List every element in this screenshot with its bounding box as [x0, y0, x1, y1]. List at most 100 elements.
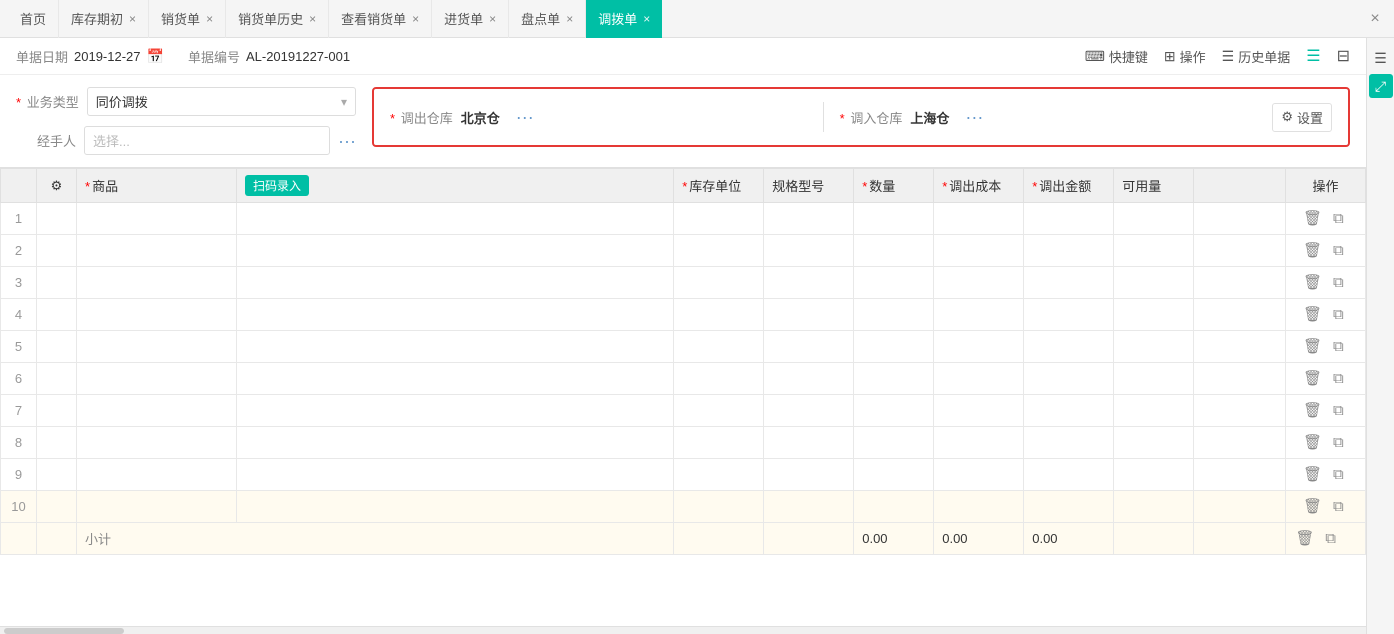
- shortcuts-button[interactable]: ⌨ 快捷键: [1085, 47, 1148, 66]
- sidebar-expand-icon[interactable]: ⤢: [1369, 74, 1393, 98]
- row-avail-4[interactable]: [1114, 299, 1194, 331]
- tab-inventory-init[interactable]: 库存期初 ×: [59, 0, 149, 38]
- tab-inventory-init-close[interactable]: ×: [129, 12, 136, 26]
- row-avail-9[interactable]: [1114, 459, 1194, 491]
- row-amount-6[interactable]: [1024, 363, 1114, 395]
- row-copy-icon-5[interactable]: ⧉: [1327, 336, 1349, 358]
- row-unit-5[interactable]: [674, 331, 764, 363]
- row-delete-icon-6[interactable]: 🗑: [1302, 367, 1324, 389]
- row-delete-icon-4[interactable]: 🗑: [1302, 303, 1324, 325]
- row-copy-icon-9[interactable]: ⧉: [1327, 464, 1349, 486]
- col-header-gear[interactable]: ⚙: [37, 169, 77, 203]
- tab-transfer-close[interactable]: ×: [643, 12, 650, 26]
- row-avail-7[interactable]: [1114, 395, 1194, 427]
- row-goods-1[interactable]: [77, 203, 237, 235]
- row-copy-icon-1[interactable]: ⧉: [1327, 208, 1349, 230]
- tab-sales-history[interactable]: 销货单历史 ×: [226, 0, 329, 38]
- tab-stocktake-close[interactable]: ×: [566, 12, 573, 26]
- row-goods-7[interactable]: [77, 395, 237, 427]
- row-goods-4[interactable]: [77, 299, 237, 331]
- business-type-select[interactable]: 同价调拨 ▾: [87, 87, 356, 116]
- row-avail-6[interactable]: [1114, 363, 1194, 395]
- handler-input[interactable]: 选择...: [84, 126, 330, 155]
- row-goods-9[interactable]: [77, 459, 237, 491]
- settings-button[interactable]: ⚙ 设置: [1272, 103, 1332, 132]
- scrollbar-thumb[interactable]: [4, 628, 124, 634]
- row-qty-2[interactable]: [854, 235, 934, 267]
- row-delete-icon-1[interactable]: 🗑: [1302, 207, 1324, 229]
- row-cost-10[interactable]: [934, 491, 1024, 523]
- sum-copy-icon[interactable]: ⧉: [1320, 528, 1342, 550]
- layout1-button[interactable]: ☰: [1306, 46, 1320, 66]
- row-cost-2[interactable]: [934, 235, 1024, 267]
- row-delete-icon-10[interactable]: 🗑: [1302, 495, 1324, 517]
- warehouse-out-more-button[interactable]: ···: [516, 107, 534, 128]
- calendar-icon[interactable]: 📅: [147, 48, 164, 65]
- row-copy-icon-6[interactable]: ⧉: [1327, 368, 1349, 390]
- row-unit-8[interactable]: [674, 427, 764, 459]
- row-unit-1[interactable]: [674, 203, 764, 235]
- row-goods-10[interactable]: [77, 491, 237, 523]
- row-unit-10[interactable]: [674, 491, 764, 523]
- row-spec-9[interactable]: [764, 459, 854, 491]
- row-qty-10[interactable]: [854, 491, 934, 523]
- warehouse-in-value[interactable]: 上海仓: [910, 108, 949, 127]
- row-cost-5[interactable]: [934, 331, 1024, 363]
- tab-transfer[interactable]: 调拨单 ×: [586, 0, 662, 38]
- row-delete-icon-5[interactable]: 🗑: [1302, 335, 1324, 357]
- row-qty-9[interactable]: [854, 459, 934, 491]
- row-copy-icon-8[interactable]: ⧉: [1327, 432, 1349, 454]
- row-amount-3[interactable]: [1024, 267, 1114, 299]
- row-unit-3[interactable]: [674, 267, 764, 299]
- tab-purchase[interactable]: 进货单 ×: [432, 0, 509, 38]
- history-button[interactable]: ☰ 历史单据: [1222, 47, 1291, 66]
- row-cost-4[interactable]: [934, 299, 1024, 331]
- row-qty-5[interactable]: [854, 331, 934, 363]
- tab-sales-history-close[interactable]: ×: [309, 12, 316, 26]
- row-amount-5[interactable]: [1024, 331, 1114, 363]
- row-unit-2[interactable]: [674, 235, 764, 267]
- row-copy-icon-4[interactable]: ⧉: [1327, 304, 1349, 326]
- row-spec-2[interactable]: [764, 235, 854, 267]
- actions-button[interactable]: ⊞ 操作: [1164, 47, 1206, 66]
- row-copy-icon-3[interactable]: ⧉: [1327, 272, 1349, 294]
- row-spec-7[interactable]: [764, 395, 854, 427]
- row-qty-3[interactable]: [854, 267, 934, 299]
- scan-input-button[interactable]: 扫码录入: [245, 175, 309, 196]
- row-qty-4[interactable]: [854, 299, 934, 331]
- row-delete-icon-2[interactable]: 🗑: [1302, 239, 1324, 261]
- row-copy-icon-2[interactable]: ⧉: [1327, 240, 1349, 262]
- row-spec-3[interactable]: [764, 267, 854, 299]
- row-avail-2[interactable]: [1114, 235, 1194, 267]
- row-amount-2[interactable]: [1024, 235, 1114, 267]
- row-avail-1[interactable]: [1114, 203, 1194, 235]
- row-unit-4[interactable]: [674, 299, 764, 331]
- row-cost-8[interactable]: [934, 427, 1024, 459]
- row-spec-1[interactable]: [764, 203, 854, 235]
- row-amount-9[interactable]: [1024, 459, 1114, 491]
- row-copy-icon-10[interactable]: ⧉: [1327, 496, 1349, 518]
- tab-view-sales[interactable]: 查看销货单 ×: [329, 0, 432, 38]
- row-goods-8[interactable]: [77, 427, 237, 459]
- row-amount-7[interactable]: [1024, 395, 1114, 427]
- row-spec-5[interactable]: [764, 331, 854, 363]
- row-goods-2[interactable]: [77, 235, 237, 267]
- sum-delete-icon[interactable]: 🗑: [1294, 527, 1316, 549]
- tab-view-sales-close[interactable]: ×: [412, 12, 419, 26]
- warehouse-in-more-button[interactable]: ···: [965, 107, 983, 128]
- row-cost-7[interactable]: [934, 395, 1024, 427]
- row-cost-3[interactable]: [934, 267, 1024, 299]
- row-copy-icon-7[interactable]: ⧉: [1327, 400, 1349, 422]
- row-unit-7[interactable]: [674, 395, 764, 427]
- row-unit-6[interactable]: [674, 363, 764, 395]
- row-spec-6[interactable]: [764, 363, 854, 395]
- row-spec-10[interactable]: [764, 491, 854, 523]
- row-qty-7[interactable]: [854, 395, 934, 427]
- tab-sales-order[interactable]: 销货单 ×: [149, 0, 226, 38]
- row-avail-5[interactable]: [1114, 331, 1194, 363]
- row-delete-icon-7[interactable]: 🗑: [1302, 399, 1324, 421]
- layout2-button[interactable]: ⊟: [1337, 46, 1350, 66]
- row-unit-9[interactable]: [674, 459, 764, 491]
- row-spec-4[interactable]: [764, 299, 854, 331]
- tab-stocktake[interactable]: 盘点单 ×: [509, 0, 586, 38]
